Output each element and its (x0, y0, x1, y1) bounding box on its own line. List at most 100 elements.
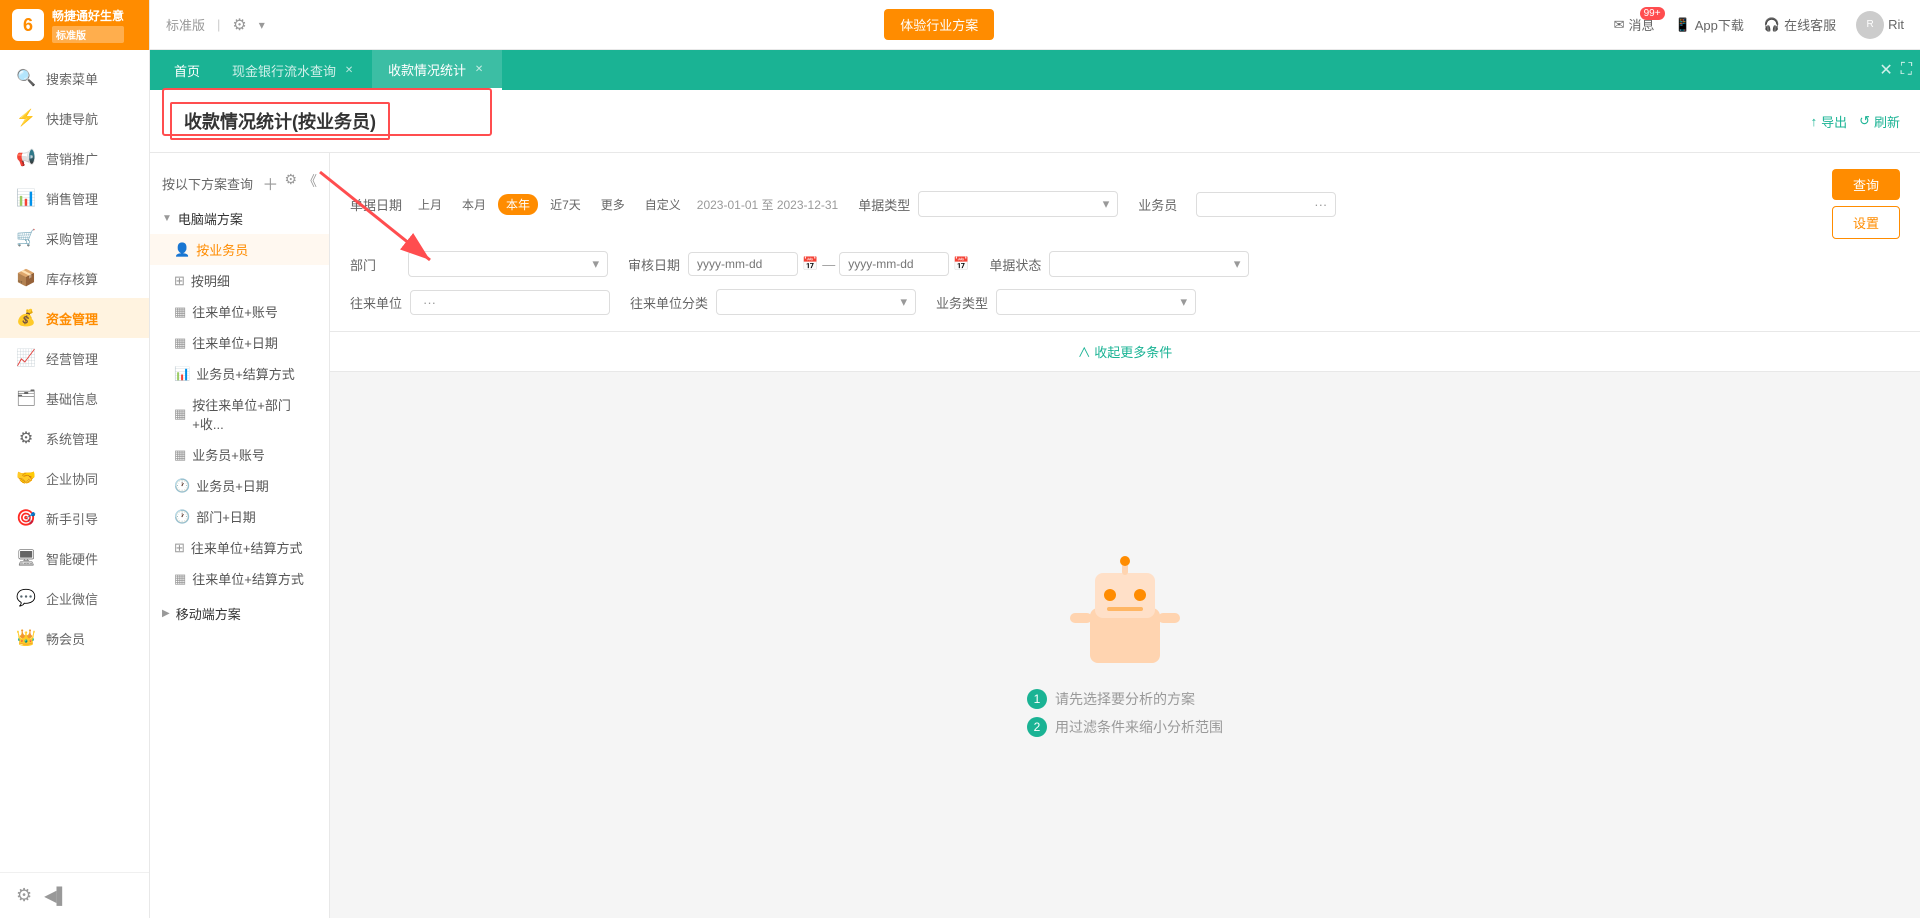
sidebar-item-label: 搜索菜单 (46, 69, 98, 88)
shortcut-custom[interactable]: 自定义 (637, 194, 689, 215)
sidebar-item-inventory[interactable]: 📦 库存核算 (0, 258, 149, 298)
scheme-by-salesperson[interactable]: 👤 按业务员 (150, 234, 329, 265)
scheme-counterpart-dept[interactable]: ▦ 按往来单位+部门+收... (150, 389, 329, 439)
scheme-label: 业务员+结算方式 (196, 364, 295, 383)
scheme-by-detail[interactable]: ⊞ 按明细 (150, 265, 329, 296)
date-shortcuts: 上月 本月 本年 近7天 更多 自定义 (410, 194, 689, 215)
calendar-icon2[interactable]: 📅 (953, 256, 969, 272)
sidebar-item-enterprise[interactable]: 🤝 企业协同 (0, 458, 149, 498)
user-area[interactable]: R Rit (1856, 11, 1904, 39)
shortcut-this-month[interactable]: 本月 (454, 194, 494, 215)
sidebar-item-guide[interactable]: 🎯 新手引导 (0, 498, 149, 538)
message-button[interactable]: ✉ 消息 99+ (1614, 15, 1655, 34)
sidebar-item-finance[interactable]: 💰 资金管理 (0, 298, 149, 338)
tab-close-bank-flow[interactable]: ✕ (342, 63, 356, 77)
tab-receipt-stat[interactable]: 收款情况统计 ✕ (372, 50, 502, 90)
sidebar-item-marketing[interactable]: 📢 营销推广 (0, 138, 149, 178)
sidebar-item-label: 智能硬件 (46, 549, 98, 568)
scheme-header-label: 按以下方案查询 (162, 174, 253, 193)
settings-icon[interactable]: ⚙ (16, 885, 32, 906)
trial-button[interactable]: 体验行业方案 (884, 9, 994, 40)
sidebar-item-quick-nav[interactable]: ⚡ 快捷导航 (0, 98, 149, 138)
voucher-type-filter: 单据类型 ▾ (858, 191, 1118, 217)
collapse-bar[interactable]: ∧ 收起更多条件 (330, 332, 1920, 372)
member-icon: 👑 (16, 628, 36, 648)
dept-select[interactable]: ▾ (408, 251, 608, 277)
calendar-icon1[interactable]: 📅 (802, 256, 818, 272)
add-scheme-icon[interactable]: ＋ (262, 171, 278, 195)
body-wrapper: 按以下方案查询 ＋ ⚙ 《 ▼ 电脑端方案 👤 按业务员 ⊞ (150, 153, 1920, 918)
fullscreen-icon[interactable]: ⛶ (1901, 61, 1912, 79)
dots-icon[interactable]: ··· (423, 295, 436, 310)
salesperson-select[interactable]: ··· (1196, 192, 1336, 217)
scheme-panel: 按以下方案查询 ＋ ⚙ 《 ▼ 电脑端方案 👤 按业务员 ⊞ (150, 153, 330, 918)
sidebar-item-purchase[interactable]: 🛒 采购管理 (0, 218, 149, 258)
shortcut-more[interactable]: 更多 (593, 194, 633, 215)
mobile-group-label: 移动端方案 (176, 604, 241, 623)
desktop-group-label: 电脑端方案 (178, 209, 243, 228)
refresh-button[interactable]: ↺ 刷新 (1859, 112, 1900, 131)
app-download-button[interactable]: 📱 App下载 (1675, 15, 1744, 34)
inventory-icon: 📦 (16, 268, 36, 288)
sidebar-item-label: 新手引导 (46, 509, 98, 528)
topbar-right: ✉ 消息 99+ 📱 App下载 🎧 在线客服 R Rit (1614, 11, 1904, 39)
gear-icon[interactable]: ⚙ (232, 15, 246, 35)
table3-icon: ▦ (174, 406, 186, 422)
scheme-counterpart-date[interactable]: ▦ 往来单位+日期 (150, 327, 329, 358)
scheme-label: 业务员+账号 (192, 445, 265, 464)
collapse-scheme-icon[interactable]: 《 (303, 171, 317, 195)
sidebar-item-label: 快捷导航 (46, 109, 98, 128)
mobile-group-title[interactable]: ▶ 移动端方案 (150, 598, 329, 629)
voucher-type-label: 单据类型 (858, 195, 910, 214)
mobile-scheme-group: ▶ 移动端方案 (150, 598, 329, 629)
counterpart-filter: 往来单位 ··· (350, 290, 610, 315)
scheme-counterpart-settle2[interactable]: ▦ 往来单位+结算方式 (150, 563, 329, 594)
online-service-button[interactable]: 🎧 在线客服 (1764, 15, 1836, 34)
tab-bank-flow[interactable]: 现金银行流水查询 ✕ (216, 50, 372, 90)
date-range-display: 2023-01-01 至 2023-12-31 (697, 196, 838, 213)
voucher-status-select[interactable]: ▾ (1049, 251, 1249, 277)
review-date-end[interactable] (839, 252, 949, 276)
review-date-start[interactable] (688, 252, 798, 276)
voucher-status-filter: 单据状态 ▾ (989, 251, 1249, 277)
scheme-salesperson-settle[interactable]: 📊 业务员+结算方式 (150, 358, 329, 389)
edition-badge: 标准版 (52, 26, 124, 43)
counterpart-select[interactable]: ··· (410, 290, 610, 315)
close-all-icon[interactable]: ✕ (1879, 60, 1892, 80)
shortcut-7days[interactable]: 近7天 (542, 194, 589, 215)
sidebar-item-basic[interactable]: 🗂 基础信息 (0, 378, 149, 418)
dropdown-icon[interactable]: ▾ (259, 18, 265, 32)
counterpart-class-select[interactable]: ▾ (716, 289, 916, 315)
scheme-dept-date[interactable]: 🕐 部门+日期 (150, 501, 329, 532)
query-button[interactable]: 查询 (1832, 169, 1900, 200)
settings-button[interactable]: 设置 (1832, 206, 1900, 239)
collapse-icon[interactable]: ◀▌ (44, 886, 68, 906)
scheme-counterpart-settle1[interactable]: ⊞ 往来单位+结算方式 (150, 532, 329, 563)
clock-icon: 🕐 (174, 478, 190, 494)
desktop-group-title[interactable]: ▼ 电脑端方案 (150, 203, 329, 234)
scheme-label: 业务员+日期 (196, 476, 269, 495)
sidebar-item-wechat[interactable]: 💬 企业微信 (0, 578, 149, 618)
sidebar-item-sales[interactable]: 📊 销售管理 (0, 178, 149, 218)
voucher-type-select[interactable]: ▾ (918, 191, 1118, 217)
tab-home[interactable]: 首页 (158, 50, 216, 90)
business-type-select[interactable]: ▾ (996, 289, 1196, 315)
sidebar-item-system[interactable]: ⚙ 系统管理 (0, 418, 149, 458)
settings-scheme-icon[interactable]: ⚙ (284, 171, 297, 195)
desktop-scheme-group: ▼ 电脑端方案 👤 按业务员 ⊞ 按明细 ▦ 往来单位+账号 ▦ 往来单 (150, 203, 329, 594)
app-info: 畅捷通好生意 标准版 (52, 7, 124, 43)
shortcut-last-month[interactable]: 上月 (410, 194, 450, 215)
sidebar-item-member[interactable]: 👑 畅会员 (0, 618, 149, 658)
business-type-filter: 业务类型 ▾ (936, 289, 1196, 315)
sidebar-item-label: 资金管理 (46, 309, 98, 328)
export-button[interactable]: ↑ 导出 (1811, 112, 1848, 131)
sidebar-item-hardware[interactable]: 🖥 智能硬件 (0, 538, 149, 578)
sidebar-item-search[interactable]: 🔍 搜索菜单 (0, 58, 149, 98)
scheme-counterpart-account[interactable]: ▦ 往来单位+账号 (150, 296, 329, 327)
scheme-salesperson-date[interactable]: 🕐 业务员+日期 (150, 470, 329, 501)
scheme-salesperson-account[interactable]: ▦ 业务员+账号 (150, 439, 329, 470)
sidebar-item-label: 营销推广 (46, 149, 98, 168)
tab-close-receipt-stat[interactable]: ✕ (472, 62, 486, 76)
shortcut-this-year[interactable]: 本年 (498, 194, 538, 215)
sidebar-item-operation[interactable]: 📈 经营管理 (0, 338, 149, 378)
